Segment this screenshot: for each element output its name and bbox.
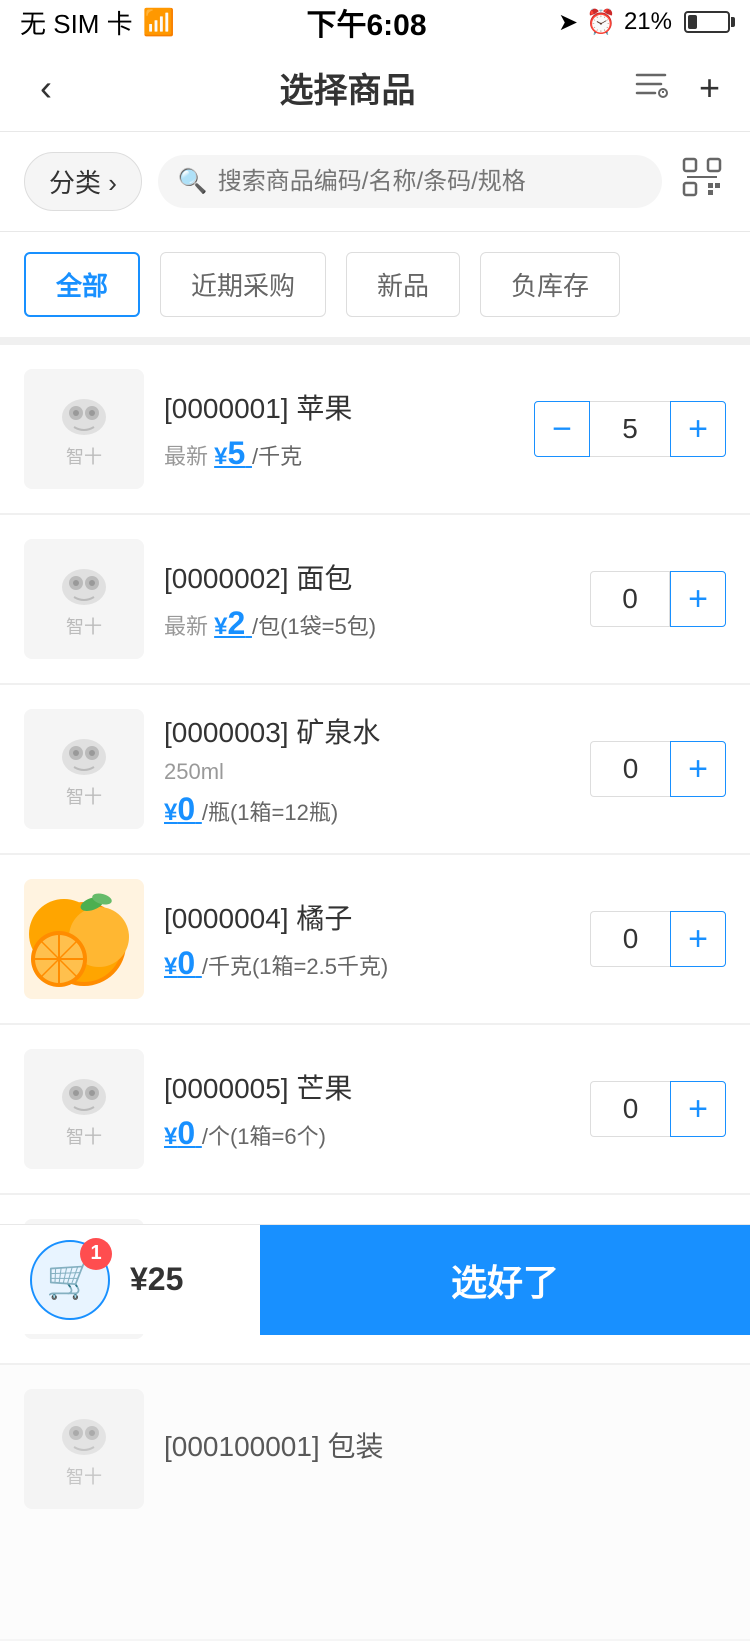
product-image — [24, 879, 144, 999]
placeholder-logo: 智十 — [54, 1409, 114, 1489]
plus-button[interactable]: + — [670, 741, 726, 797]
product-item: [0000004] 橘子 ¥0 /千克(1箱=2.5千克) + — [0, 855, 750, 1023]
plus-button[interactable]: + — [670, 401, 726, 457]
product-info: [0000002] 面包 最新 ¥2 /包(1袋=5包) — [164, 557, 570, 642]
quantity-control: + — [590, 911, 726, 967]
search-icon: 🔍 — [178, 167, 208, 196]
cart-total: ¥25 — [130, 1261, 183, 1298]
product-info: [000100001] 包装 — [164, 1425, 726, 1473]
quantity-input[interactable] — [590, 911, 670, 967]
product-item: 智十 [0000002] 面包 最新 ¥2 /包(1袋=5包) + — [0, 515, 750, 683]
placeholder-logo: 智十 — [54, 389, 114, 469]
product-info: [0000001] 苹果 最新 ¥5 /千克 — [164, 387, 514, 472]
tab-negative[interactable]: 负库存 — [480, 252, 620, 317]
product-price: ¥0 /瓶(1箱=12瓶) — [164, 791, 570, 828]
status-time: 下午6:08 — [306, 0, 426, 44]
product-image: 智十 — [24, 539, 144, 659]
search-input[interactable] — [218, 168, 642, 196]
product-name: [0000002] 面包 — [164, 557, 570, 597]
product-name: [0000005] 芒果 — [164, 1067, 570, 1107]
filter-icon[interactable] — [633, 66, 669, 110]
page-title: 选择商品 — [279, 63, 415, 112]
status-left: 无 SIM 卡 📶 — [20, 4, 175, 41]
product-item: 智十 [0000005] 芒果 ¥0 /个(1箱=6个) + — [0, 1025, 750, 1193]
product-image: 智十 — [24, 709, 144, 829]
filter-row: 分类 › 🔍 — [0, 132, 750, 232]
quantity-control: − + — [534, 401, 726, 457]
quantity-input[interactable] — [590, 401, 670, 457]
confirm-button[interactable]: 选好了 — [260, 1225, 750, 1335]
add-icon[interactable]: + — [699, 67, 720, 109]
quantity-control: + — [590, 741, 726, 797]
product-item: 智十 [0000001] 苹果 最新 ¥5 /千克 − + — [0, 345, 750, 513]
placeholder-logo: 智十 — [54, 729, 114, 809]
product-image: 智十 — [24, 1049, 144, 1169]
quantity-input[interactable] — [590, 741, 670, 797]
bottom-bar: 🛒 1 ¥25 选好了 — [0, 1224, 750, 1334]
product-item: 智十 [000100001] 包装 — [0, 1365, 750, 1639]
product-image: 智十 — [24, 1389, 144, 1509]
product-price: ¥0 /个(1箱=6个) — [164, 1115, 570, 1152]
tab-new[interactable]: 新品 — [346, 252, 460, 317]
product-list: 智十 [0000001] 苹果 最新 ¥5 /千克 − + — [0, 345, 750, 1639]
product-spec: 250ml — [164, 759, 570, 785]
carrier-text: 无 SIM 卡 — [20, 4, 133, 41]
tab-all[interactable]: 全部 — [24, 252, 140, 317]
status-bar: 无 SIM 卡 📶 下午6:08 ➤ ⏰ 21% — [0, 0, 750, 44]
product-name: [0000003] 矿泉水 — [164, 711, 570, 751]
tab-row: 全部 近期采购 新品 负库存 — [0, 232, 750, 345]
search-box: 🔍 — [158, 155, 662, 208]
product-name: [0000001] 苹果 — [164, 387, 514, 427]
product-name: [000100001] 包装 — [164, 1425, 726, 1465]
location-icon: ➤ — [558, 8, 578, 37]
product-info: [0000003] 矿泉水 250ml ¥0 /瓶(1箱=12瓶) — [164, 711, 570, 828]
product-price: ¥0 /千克(1箱=2.5千克) — [164, 945, 570, 982]
quantity-input[interactable] — [590, 1081, 670, 1137]
cart-section: 🛒 1 ¥25 — [0, 1240, 260, 1320]
orange-image — [24, 879, 144, 999]
alarm-icon: ⏰ — [586, 8, 616, 37]
product-info: [0000005] 芒果 ¥0 /个(1箱=6个) — [164, 1067, 570, 1152]
product-info: [0000004] 橘子 ¥0 /千克(1箱=2.5千克) — [164, 897, 570, 982]
wifi-icon: 📶 — [143, 7, 175, 38]
placeholder-logo: 智十 — [54, 559, 114, 639]
quantity-input[interactable] — [590, 571, 670, 627]
placeholder-logo: 智十 — [54, 1069, 114, 1149]
nav-actions: + — [633, 66, 720, 110]
cart-icon-wrapper[interactable]: 🛒 1 — [30, 1240, 110, 1320]
tab-recent[interactable]: 近期采购 — [160, 252, 326, 317]
category-button[interactable]: 分类 › — [24, 152, 142, 211]
quantity-control: + — [590, 571, 726, 627]
plus-button[interactable]: + — [670, 911, 726, 967]
battery-percent: 21% — [624, 8, 672, 36]
nav-bar: ‹ 选择商品 + — [0, 44, 750, 132]
quantity-control: + — [590, 1081, 726, 1137]
battery-icon — [684, 11, 730, 33]
scan-icon[interactable] — [678, 153, 726, 210]
minus-button[interactable]: − — [534, 401, 590, 457]
product-image: 智十 — [24, 369, 144, 489]
back-button[interactable]: ‹ — [30, 57, 62, 119]
status-right: ➤ ⏰ 21% — [558, 8, 730, 37]
product-name: [0000004] 橘子 — [164, 897, 570, 937]
plus-button[interactable]: + — [670, 571, 726, 627]
product-item: 智十 [0000003] 矿泉水 250ml ¥0 /瓶(1箱=12瓶) + — [0, 685, 750, 853]
product-price: 最新 ¥5 /千克 — [164, 435, 514, 472]
plus-button[interactable]: + — [670, 1081, 726, 1137]
cart-badge: 1 — [80, 1238, 112, 1270]
product-price: 最新 ¥2 /包(1袋=5包) — [164, 605, 570, 642]
